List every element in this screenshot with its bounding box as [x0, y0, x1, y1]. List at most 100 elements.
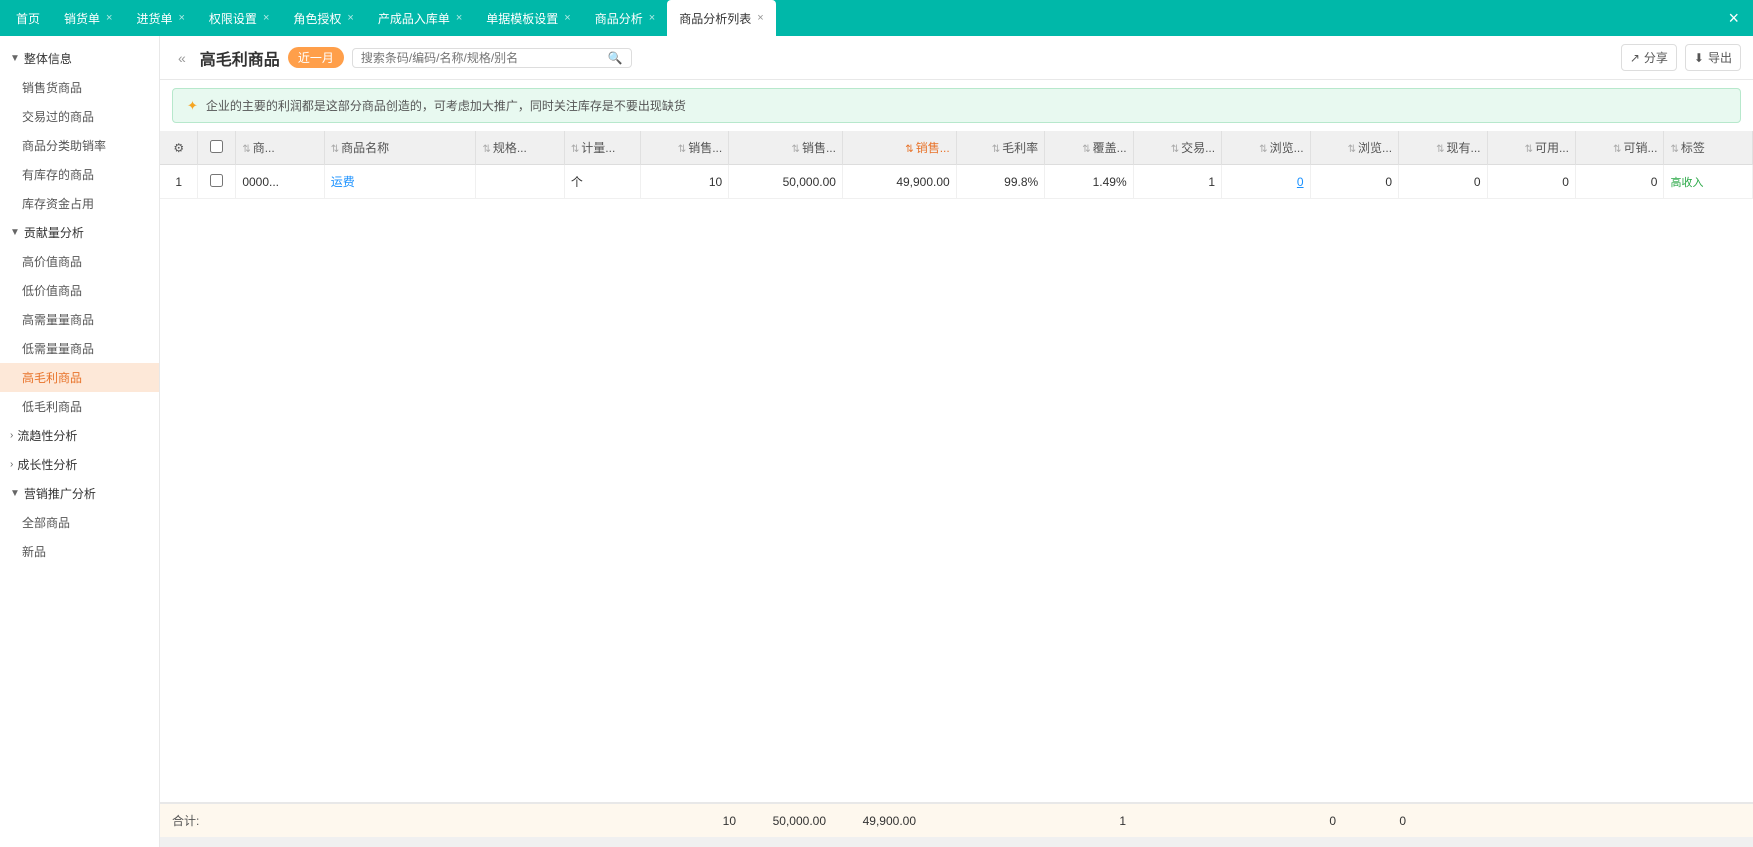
- sidebar-group-trend[interactable]: › 流趋性分析: [0, 421, 159, 450]
- sidebar-group-marketing[interactable]: ▼ 营销推广分析: [0, 479, 159, 508]
- sidebar-item-high-demand[interactable]: 高需量量商品: [0, 305, 159, 334]
- table-header-row: ⚙ ⇅商... ⇅商品名称 ⇅规格... ⇅计量... ⇅销售... ⇅销售..…: [160, 131, 1753, 165]
- bottom-scrollbar[interactable]: [160, 837, 1753, 847]
- search-icon[interactable]: 🔍: [608, 51, 623, 65]
- col-sales-amount[interactable]: ⇅销售...: [729, 131, 843, 165]
- export-label: 导出: [1708, 49, 1732, 66]
- sidebar-item-high-margin[interactable]: 高毛利商品: [0, 363, 159, 392]
- sidebar-group-growth[interactable]: › 成长性分析: [0, 450, 159, 479]
- col-settings[interactable]: ⚙: [160, 131, 198, 165]
- share-button[interactable]: ↗ 分享: [1621, 44, 1677, 71]
- footer-transaction: 1: [1062, 814, 1132, 828]
- col-margin-rate[interactable]: ⇅毛利率: [956, 131, 1044, 165]
- filter-month-button[interactable]: 近一月: [288, 47, 344, 68]
- sidebar-item-all-goods[interactable]: 全部商品: [0, 508, 159, 537]
- sidebar-item-goods-contribution[interactable]: 商品分类助销率: [0, 131, 159, 160]
- footer-sales-amount: 50,000.00: [742, 814, 832, 828]
- footer-cells: 10 50,000.00 49,900.00 1 0 0: [292, 814, 1741, 828]
- col-sales-cost[interactable]: ⇅销售...: [842, 131, 956, 165]
- sidebar-group-overall[interactable]: ▼ 整体信息: [0, 44, 159, 73]
- nav-tab-products-close[interactable]: ×: [456, 12, 462, 24]
- row-unit: 个: [564, 165, 640, 199]
- nav-tab-products[interactable]: 产成品入库单 ×: [366, 0, 474, 36]
- nav-tab-permissions[interactable]: 权限设置 ×: [197, 0, 281, 36]
- col-coverage[interactable]: ⇅覆盖...: [1045, 131, 1133, 165]
- nav-tab-products-label: 产成品入库单: [378, 10, 450, 27]
- nav-tab-purchase-close[interactable]: ×: [178, 12, 184, 24]
- content-area: « 高毛利商品 近一月 🔍 ↗ 分享 ⬇ 导出 ✦ 企业的主要的利润都是这部分商…: [160, 36, 1753, 847]
- nav-tab-roles[interactable]: 角色授权 ×: [281, 0, 365, 36]
- sidebar-item-low-value[interactable]: 低价值商品: [0, 276, 159, 305]
- nav-tab-sales-label: 销货单: [64, 10, 100, 27]
- nav-tab-roles-close[interactable]: ×: [347, 12, 353, 24]
- export-button[interactable]: ⬇ 导出: [1685, 44, 1741, 71]
- sidebar-group-wealth[interactable]: ▼ 贡献量分析: [0, 218, 159, 247]
- sidebar-group-wealth-label: 贡献量分析: [24, 224, 84, 241]
- nav-tab-permissions-label: 权限设置: [209, 10, 257, 27]
- nav-tab-roles-label: 角色授权: [293, 10, 341, 27]
- group-marketing-arrow: ▼: [10, 488, 20, 499]
- col-checkbox: [198, 131, 236, 165]
- col-transaction[interactable]: ⇅交易...: [1133, 131, 1221, 165]
- sidebar-group-growth-label: 成长性分析: [17, 456, 77, 473]
- page-title: 高毛利商品: [200, 46, 280, 70]
- group-wealth-arrow: ▼: [10, 227, 20, 238]
- nav-tab-permissions-close[interactable]: ×: [263, 12, 269, 24]
- select-all-checkbox[interactable]: [210, 140, 223, 153]
- row-transaction: 1: [1133, 165, 1221, 199]
- nav-tab-sales-close[interactable]: ×: [106, 12, 112, 24]
- col-sales-qty[interactable]: ⇅销售...: [640, 131, 728, 165]
- col-available2[interactable]: ⇅可用...: [1487, 131, 1575, 165]
- row-sales-cost: 49,900.00: [842, 165, 956, 199]
- sidebar-group-marketing-label: 营销推广分析: [24, 485, 96, 502]
- col-code[interactable]: ⇅商...: [236, 131, 324, 165]
- nav-tab-purchase[interactable]: 进货单 ×: [124, 0, 196, 36]
- nav-tab-analysis-list[interactable]: 商品分析列表 ×: [667, 0, 775, 36]
- main-layout: ▼ 整体信息 销售货商品 交易过的商品 商品分类助销率 有库存的商品 库存资金占…: [0, 36, 1753, 847]
- col-name[interactable]: ⇅商品名称: [324, 131, 476, 165]
- nav-tab-analysis-close[interactable]: ×: [649, 12, 655, 24]
- sidebar-item-new-goods[interactable]: 新品: [0, 537, 159, 566]
- col-available1[interactable]: ⇅现有...: [1399, 131, 1487, 165]
- table-container[interactable]: ⚙ ⇅商... ⇅商品名称 ⇅规格... ⇅计量... ⇅销售... ⇅销售..…: [160, 131, 1753, 802]
- col-sellable[interactable]: ⇅可销...: [1575, 131, 1663, 165]
- content-header: « 高毛利商品 近一月 🔍 ↗ 分享 ⬇ 导出: [160, 36, 1753, 80]
- row-coverage: 1.49%: [1045, 165, 1133, 199]
- footer-available1: 0: [1272, 814, 1342, 828]
- sidebar-item-low-demand[interactable]: 低需量量商品: [0, 334, 159, 363]
- nav-tab-template-close[interactable]: ×: [564, 12, 570, 24]
- sidebar-collapse-button[interactable]: «: [172, 48, 192, 68]
- top-nav: 首页 销货单 × 进货单 × 权限设置 × 角色授权 × 产成品入库单 × 单据…: [0, 0, 1753, 36]
- row-sales-amount: 50,000.00: [729, 165, 843, 199]
- col-unit[interactable]: ⇅计量...: [564, 131, 640, 165]
- col-browse2[interactable]: ⇅浏览...: [1310, 131, 1398, 165]
- sidebar-item-instock-goods[interactable]: 有库存的商品: [0, 160, 159, 189]
- nav-tab-home[interactable]: 首页: [4, 0, 52, 36]
- table-row: 1 0000... 运费 个 10 50,000.00 49,900.00 99…: [160, 165, 1753, 199]
- row-name[interactable]: 运费: [324, 165, 476, 199]
- nav-close-all-button[interactable]: ×: [1718, 0, 1749, 36]
- nav-tab-home-label: 首页: [16, 10, 40, 27]
- sidebar: ▼ 整体信息 销售货商品 交易过的商品 商品分类助销率 有库存的商品 库存资金占…: [0, 36, 160, 847]
- nav-tab-purchase-label: 进货单: [136, 10, 172, 27]
- nav-tab-analysis-label: 商品分析: [595, 10, 643, 27]
- row-margin-rate: 99.8%: [956, 165, 1044, 199]
- row-checkbox[interactable]: [198, 165, 236, 199]
- info-banner-text: 企业的主要的利润都是这部分商品创造的，可考虑加大推广，同时关注库存是不要出现缺货: [206, 97, 686, 114]
- nav-tab-template[interactable]: 单据模板设置 ×: [474, 0, 582, 36]
- nav-tab-analysis[interactable]: 商品分析 ×: [583, 0, 667, 36]
- search-input[interactable]: [361, 51, 604, 65]
- col-spec[interactable]: ⇅规格...: [476, 131, 564, 165]
- sidebar-item-stock-ratio[interactable]: 库存资金占用: [0, 189, 159, 218]
- sidebar-item-traded-goods[interactable]: 交易过的商品: [0, 102, 159, 131]
- col-browse1[interactable]: ⇅浏览...: [1222, 131, 1310, 165]
- col-tag[interactable]: ⇅标签: [1664, 131, 1753, 165]
- sidebar-item-high-value[interactable]: 高价值商品: [0, 247, 159, 276]
- sidebar-item-sales-goods[interactable]: 销售货商品: [0, 73, 159, 102]
- sidebar-item-low-margin[interactable]: 低毛利商品: [0, 392, 159, 421]
- row-browse1[interactable]: 0: [1222, 165, 1310, 199]
- row-index: 1: [160, 165, 198, 199]
- nav-tab-analysis-list-close[interactable]: ×: [757, 12, 763, 24]
- sidebar-group-overall-label: 整体信息: [24, 50, 72, 67]
- nav-tab-sales[interactable]: 销货单 ×: [52, 0, 124, 36]
